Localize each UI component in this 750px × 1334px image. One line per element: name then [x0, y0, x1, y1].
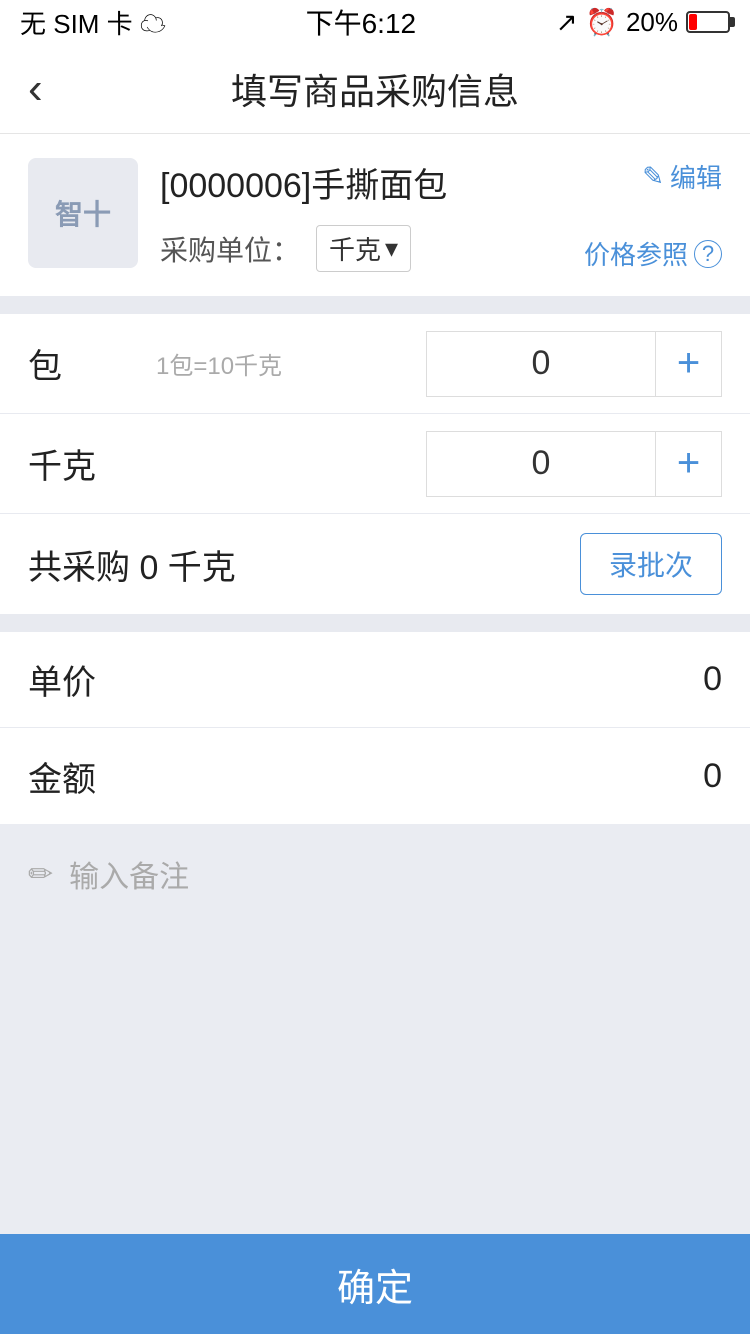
status-left: 无 SIM 卡 ☁: [20, 4, 166, 41]
sublabel-bao: 1包=10千克: [156, 346, 282, 381]
qty-input-kg[interactable]: [426, 431, 656, 497]
input-right-bao: +: [426, 331, 722, 397]
pencil-icon: ✏: [28, 857, 53, 892]
product-name: [0000006]手撕面包: [160, 158, 722, 207]
plus-button-kg[interactable]: +: [656, 431, 722, 497]
section-divider-2: [0, 614, 750, 632]
chevron-down-icon: ▾: [385, 233, 398, 264]
status-time: 下午6:12: [306, 2, 417, 42]
qty-input-bao[interactable]: [426, 331, 656, 397]
section-divider-1: [0, 296, 750, 314]
price-label: 单价: [28, 655, 96, 704]
alarm-icon: ⏰: [586, 7, 618, 38]
plus-button-bao[interactable]: +: [656, 331, 722, 397]
confirm-text: 确定: [337, 1257, 413, 1312]
info-row-price: 单价 0: [0, 632, 750, 728]
product-card: 智十 [0000006]手撕面包 采购单位： 千克 ▾ ✎ 编辑 价格参照 ?: [0, 134, 750, 296]
summary-text: 共采购 0 千克: [28, 540, 236, 589]
edit-icon: ✎: [642, 161, 664, 192]
amount-label: 金额: [28, 752, 96, 801]
price-value: 0: [703, 660, 722, 699]
edit-button[interactable]: ✎ 编辑: [642, 158, 722, 195]
battery-percent: 20%: [626, 7, 678, 38]
amount-value: 0: [703, 757, 722, 796]
confirm-bar[interactable]: 确定: [0, 1234, 750, 1334]
info-section: 单价 0 金额 0: [0, 632, 750, 824]
input-row-bao: 包 1包=10千克 +: [0, 314, 750, 414]
back-button[interactable]: ‹: [28, 67, 43, 111]
status-bar: 无 SIM 卡 ☁ 下午6:12 ↗ ⏰ 20%: [0, 0, 750, 44]
page-title: 填写商品采购信息: [231, 63, 519, 115]
status-right: ↗ ⏰ 20%: [556, 7, 730, 38]
unit-select[interactable]: 千克 ▾: [316, 225, 411, 272]
info-row-amount: 金额 0: [0, 728, 750, 824]
price-ref-button[interactable]: 价格参照 ?: [584, 235, 722, 272]
unit-label: 采购单位：: [160, 229, 300, 269]
product-thumbnail: 智十: [28, 158, 138, 268]
note-placeholder: 输入备注: [69, 852, 189, 896]
sim-label: 无 SIM 卡 ☁: [20, 4, 166, 41]
input-section: 包 1包=10千克 + 千克 +: [0, 314, 750, 514]
summary-row: 共采购 0 千克 录批次: [0, 514, 750, 614]
help-icon: ?: [694, 240, 722, 268]
nav-bar: ‹ 填写商品采购信息: [0, 44, 750, 134]
content-spacer: [0, 924, 750, 1234]
input-row-kg: 千克 +: [0, 414, 750, 514]
label-kg: 千克: [28, 439, 148, 488]
label-bao: 包: [28, 339, 148, 388]
battery-icon: [686, 11, 730, 33]
location-icon: ↗: [556, 7, 578, 38]
note-section[interactable]: ✏ 输入备注: [0, 824, 750, 924]
input-right-kg: +: [426, 431, 722, 497]
batch-button[interactable]: 录批次: [580, 533, 722, 595]
